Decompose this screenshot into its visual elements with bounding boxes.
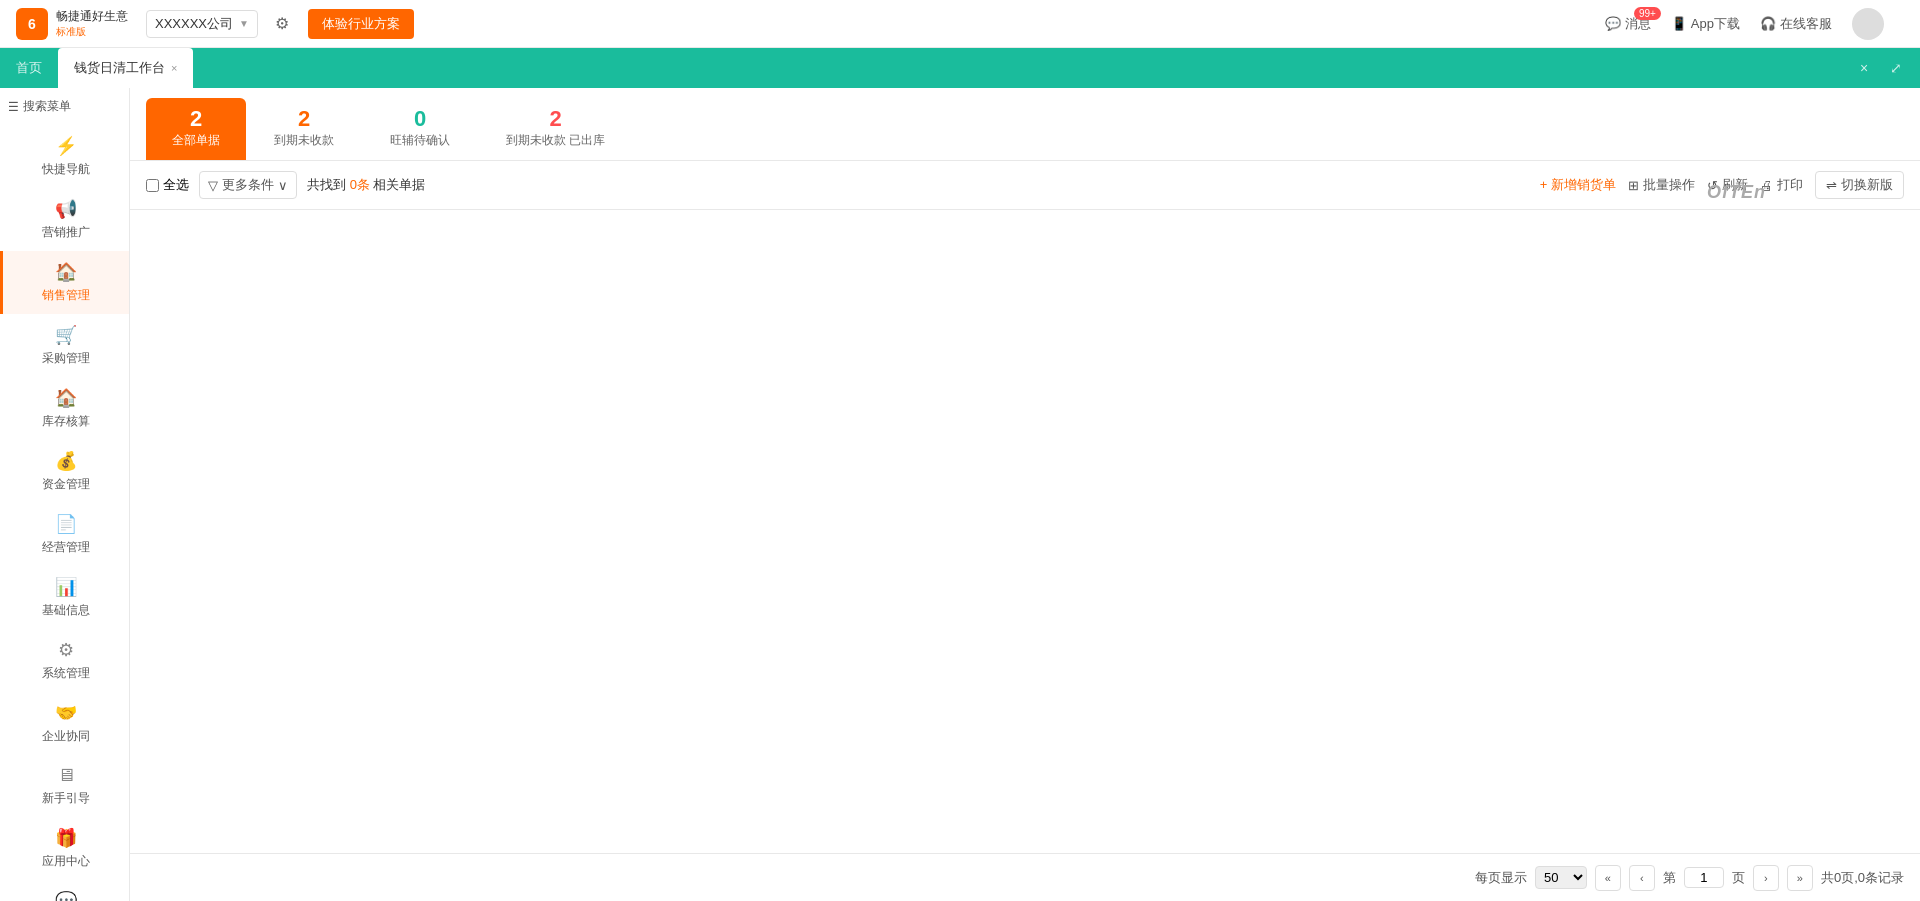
select-all-checkbox[interactable]: 全选 [146,176,189,194]
message-button[interactable]: 💬 消息 99+ [1605,15,1651,33]
logo-text: 畅捷通好生意 标准版 [56,9,128,38]
expand-window-icon[interactable]: ⤢ [1884,56,1908,80]
capital-icon: 💰 [55,450,77,472]
tab-worktable[interactable]: 钱货日清工作台 × [58,48,193,88]
toolbar: 全选 ▽ 更多条件 ∨ 共找到 0条 相关单据 + 新增销货单 ⊞ 批量操作 [130,161,1920,210]
pagination-bar: 每页显示 50 20 100 « ‹ 第 页 › » 共0页,0条记录 [130,853,1920,901]
total-label: 共0页,0条记录 [1821,869,1904,887]
inventory-icon: 🏠 [55,387,77,409]
tab-home[interactable]: 首页 [0,48,58,88]
content-area: 2 全部单据 2 到期未收款 0 旺辅待确认 2 到期未收款 已出库 全选 [130,88,1920,901]
stat-tab-wangfu[interactable]: 0 旺辅待确认 [362,98,478,160]
quick-nav-icon: ⚡ [55,135,77,157]
stat-num-wangfu: 0 [414,106,426,132]
stat-num-overdue-shipped: 2 [550,106,562,132]
experience-button[interactable]: 体验行业方案 [308,9,414,39]
basics-icon: 📊 [55,576,77,598]
sidebar-item-system[interactable]: ⚙ 系统管理 [0,629,129,692]
company-name: XXXXXX公司 [155,15,233,33]
operations-icon: 📄 [55,513,77,535]
page-label: 第 [1663,869,1676,887]
page-suffix: 页 [1732,869,1745,887]
sidebar-item-basics[interactable]: 📊 基础信息 [0,566,129,629]
new-guide-icon: 🖥 [57,765,75,786]
purchase-icon: 🛒 [55,324,77,346]
stat-tab-overdue-shipped[interactable]: 2 到期未收款 已出库 [478,98,633,160]
sidebar-search[interactable]: ☰ 搜索菜单 [0,88,129,125]
close-tab-icon[interactable]: × [171,62,177,74]
sidebar-item-cooperation[interactable]: 🤝 企业协同 [0,692,129,755]
batch-icon: ⊞ [1628,178,1639,193]
print-button[interactable]: 🖨 打印 [1760,176,1803,194]
sidebar-item-enterprise-wechat[interactable]: 💬 企业微信 [0,880,129,901]
settings-icon[interactable]: ⚙ [266,8,298,40]
switch-version-button[interactable]: ⇌ 切换新版 [1815,171,1904,199]
online-service-button[interactable]: 🎧 在线客服 [1760,15,1832,33]
stat-label-all: 全部单据 [172,132,220,149]
stat-tab-overdue[interactable]: 2 到期未收款 [246,98,362,160]
search-icon: ☰ [8,100,19,114]
stats-tabs: 2 全部单据 2 到期未收款 0 旺辅待确认 2 到期未收款 已出库 [130,88,1920,161]
often-text: OfTEn [1707,182,1766,203]
chevron-down-icon: ▼ [239,18,249,29]
sidebar-item-quick-nav[interactable]: ⚡ 快捷导航 [0,125,129,188]
sidebar-item-sales[interactable]: 🏠 销售管理 [0,251,129,314]
top-header: 6 畅捷通好生意 标准版 XXXXXX公司 ▼ ⚙ 体验行业方案 💬 消息 99… [0,0,1920,48]
add-sales-order-button[interactable]: + 新增销货单 [1540,176,1616,194]
tab-right-controls: × ⤢ [1852,56,1920,80]
first-page-button[interactable]: « [1595,865,1621,891]
sidebar-item-capital[interactable]: 💰 资金管理 [0,440,129,503]
stat-label-wangfu: 旺辅待确认 [390,132,450,149]
last-page-button[interactable]: » [1787,865,1813,891]
batch-operation-button[interactable]: ⊞ 批量操作 [1628,176,1695,194]
per-page-select[interactable]: 50 20 100 [1535,866,1587,889]
next-page-button[interactable]: › [1753,865,1779,891]
header-right: 💬 消息 99+ 📱 App下载 🎧 在线客服 [1605,8,1904,40]
sidebar-item-purchase[interactable]: 🛒 采购管理 [0,314,129,377]
app-download-button[interactable]: 📱 App下载 [1671,15,1740,33]
sidebar: ☰ 搜索菜单 ⚡ 快捷导航 📢 营销推广 🏠 销售管理 🛒 采购管理 🏠 库存核… [0,88,130,901]
switch-icon: ⇌ [1826,178,1837,193]
sidebar-item-new-guide[interactable]: 🖥 新手引导 [0,755,129,817]
marketing-icon: 📢 [55,198,77,220]
stat-label-overdue-shipped: 到期未收款 已出库 [506,132,605,149]
stat-num-overdue: 2 [298,106,310,132]
user-avatar[interactable] [1852,8,1884,40]
logo-area: 6 畅捷通好生意 标准版 [16,8,146,40]
company-selector[interactable]: XXXXXX公司 ▼ [146,10,258,38]
cooperation-icon: 🤝 [55,702,77,724]
service-icon: 🎧 [1760,16,1776,31]
sidebar-item-inventory[interactable]: 🏠 库存核算 [0,377,129,440]
select-all-input[interactable] [146,179,159,192]
stat-num-all: 2 [190,106,202,132]
app-center-icon: 🎁 [55,827,77,849]
message-badge: 99+ [1634,7,1661,20]
filter-button[interactable]: ▽ 更多条件 ∨ [199,171,297,199]
filter-icon: ▽ [208,178,218,193]
tab-bar: 首页 钱货日清工作台 × × ⤢ [0,48,1920,88]
download-icon: 📱 [1671,16,1687,31]
page-input[interactable] [1684,867,1724,888]
stat-tab-all[interactable]: 2 全部单据 [146,98,246,160]
prev-page-button[interactable]: ‹ [1629,865,1655,891]
close-window-icon[interactable]: × [1852,56,1876,80]
sidebar-item-operations[interactable]: 📄 经营管理 [0,503,129,566]
logo-icon: 6 [16,8,48,40]
main-layout: ☰ 搜索菜单 ⚡ 快捷导航 📢 营销推广 🏠 销售管理 🛒 采购管理 🏠 库存核… [0,88,1920,901]
found-text: 共找到 0条 相关单据 [307,176,425,194]
chevron-down-icon: ∨ [278,178,288,193]
sales-icon: 🏠 [55,261,77,283]
sidebar-item-marketing[interactable]: 📢 营销推广 [0,188,129,251]
message-icon: 💬 [1605,16,1621,31]
stat-label-overdue: 到期未收款 [274,132,334,149]
per-page-label: 每页显示 [1475,869,1527,887]
system-icon: ⚙ [58,639,74,661]
sidebar-item-app-center[interactable]: 🎁 应用中心 [0,817,129,880]
table-content [130,210,1920,853]
enterprise-wechat-icon: 💬 [55,890,77,901]
